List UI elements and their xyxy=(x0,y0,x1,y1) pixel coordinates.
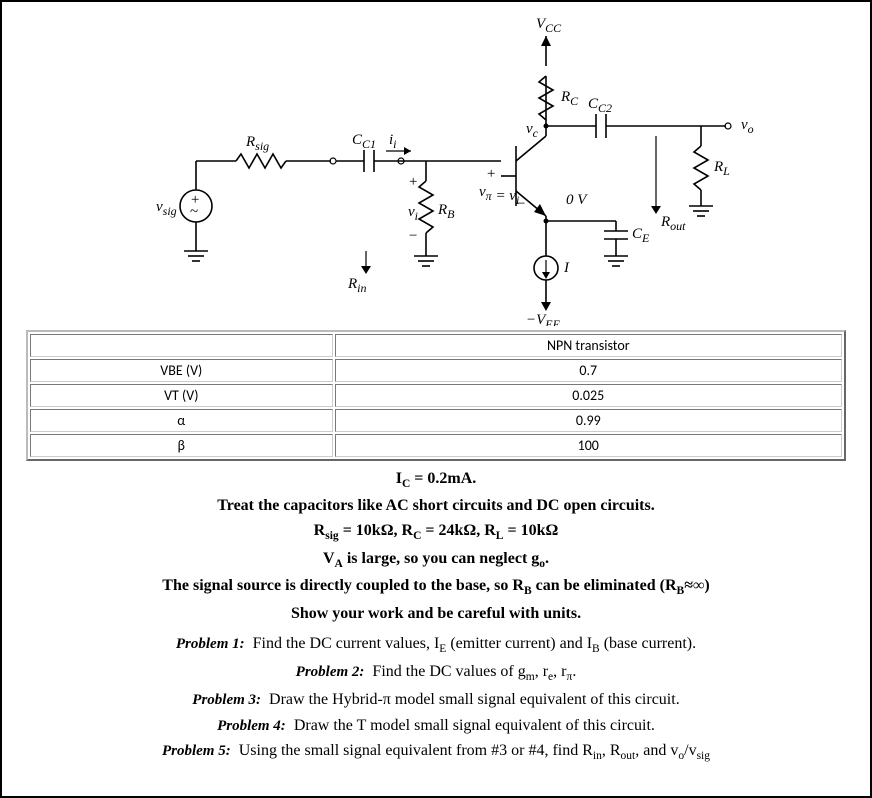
param-value: 100 xyxy=(335,434,842,457)
ce-label: CE xyxy=(632,226,650,245)
cc2-label: CC2 xyxy=(588,96,612,115)
param-table: NPN transistor VBE (V)0.7 VT (V)0.025 α0… xyxy=(26,330,846,461)
vi-label: vi xyxy=(408,204,418,223)
vc-label: vc xyxy=(526,121,539,140)
mvee-label: −VEE xyxy=(526,312,561,326)
vpi-label: vπ = vi xyxy=(479,184,519,207)
npn-header: NPN transistor xyxy=(335,334,842,357)
problem-4: Problem 4: Draw the T model small signal… xyxy=(12,714,860,739)
caps-line: Treat the capacitors like AC short circu… xyxy=(12,494,860,518)
circuit-diagram: .w{stroke:#000;stroke-width:1.6;fill:non… xyxy=(86,6,786,326)
vo-label: vo xyxy=(741,117,754,136)
table-row: VT (V)0.025 xyxy=(30,384,842,407)
zeroV-label: 0 V xyxy=(566,192,588,208)
param-label: VT (V) xyxy=(30,384,333,407)
vcc-label: VCC xyxy=(536,16,562,35)
rl-label: RL xyxy=(713,159,730,178)
rb-label: RB xyxy=(437,202,455,221)
table-header-row: NPN transistor xyxy=(30,334,842,357)
problem-3: Problem 3: Draw the Hybrid-π model small… xyxy=(12,688,860,713)
param-label: β xyxy=(30,434,333,457)
param-value: 0.7 xyxy=(335,359,842,382)
values-line: Rsig = 10kΩ, RC = 24kΩ, RL = 10kΩ xyxy=(12,519,860,545)
rb-line: The signal source is directly coupled to… xyxy=(12,574,860,600)
problem-2: Problem 2: Find the DC values of gm, re,… xyxy=(12,660,860,687)
param-value: 0.99 xyxy=(335,409,842,432)
ic-line: IC = 0.2mA. xyxy=(12,467,860,493)
rout-label: Rout xyxy=(660,214,686,233)
rin-label: Rin xyxy=(347,276,367,295)
svg-text:−: − xyxy=(408,228,418,244)
table-row: β100 xyxy=(30,434,842,457)
svg-text:+: + xyxy=(408,174,418,190)
I-label: I xyxy=(563,260,570,276)
work-line: Show your work and be careful with units… xyxy=(12,602,860,626)
param-label: α xyxy=(30,409,333,432)
rc-label: RC xyxy=(560,89,579,108)
param-value: 0.025 xyxy=(335,384,842,407)
rsig-label: Rsig xyxy=(245,134,269,153)
table-row: VBE (V)0.7 xyxy=(30,359,842,382)
given-block: IC = 0.2mA. Treat the capacitors like AC… xyxy=(12,467,860,626)
param-blank xyxy=(30,334,333,357)
problems-block: Problem 1: Find the DC current values, I… xyxy=(12,632,860,767)
svg-text:+: + xyxy=(486,166,496,182)
ii-label: ii xyxy=(389,132,397,151)
param-label: VBE (V) xyxy=(30,359,333,382)
problem-1: Problem 1: Find the DC current values, I… xyxy=(12,632,860,659)
problem-5: Problem 5: Using the small signal equiva… xyxy=(12,739,860,766)
va-line: VA is large, so you can neglect go. xyxy=(12,547,860,573)
table-row: α0.99 xyxy=(30,409,842,432)
page: .w{stroke:#000;stroke-width:1.6;fill:non… xyxy=(0,0,872,798)
vsig-label: vsig xyxy=(156,199,177,218)
cc1-label: CC1 xyxy=(352,132,376,151)
svg-text:~: ~ xyxy=(190,204,198,220)
